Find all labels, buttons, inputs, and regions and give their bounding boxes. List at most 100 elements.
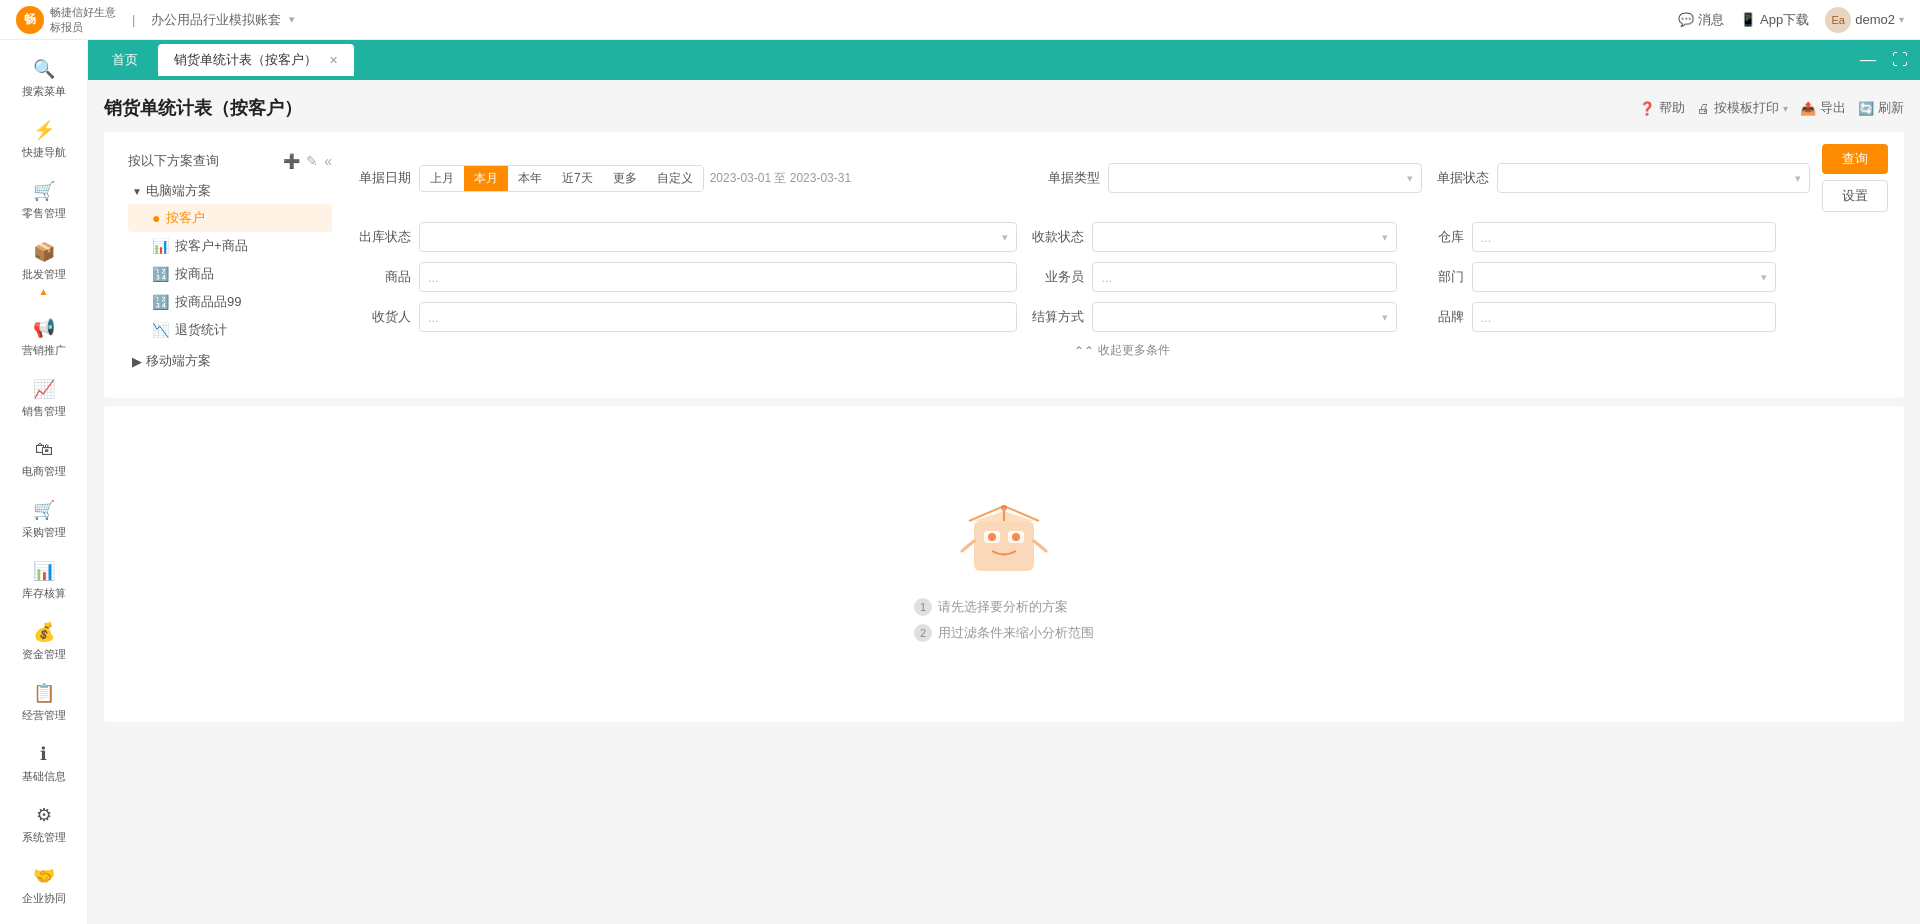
app-download-btn[interactable]: 📱 App下载 — [1740, 11, 1809, 29]
sidebar-item-sales[interactable]: 📈 销售管理 — [0, 368, 87, 429]
sidebar-item-marketing[interactable]: 📢 营销推广 — [0, 307, 87, 368]
scheme-group-mobile-label[interactable]: ▶ 移动端方案 — [128, 348, 332, 374]
scheme-group-pc-label[interactable]: ▼ 电脑端方案 — [128, 178, 332, 204]
message-btn[interactable]: 💬 消息 — [1678, 11, 1724, 29]
export-btn[interactable]: 📤 导出 — [1800, 99, 1846, 117]
tab-home[interactable]: 首页 — [96, 44, 154, 76]
sidebar-item-ecommerce[interactable]: 🛍 电商管理 — [0, 429, 87, 489]
date-tab-thisyear[interactable]: 本年 — [508, 166, 552, 191]
sidebar-item-enterprise[interactable]: 🤝 企业协同 — [0, 855, 87, 916]
out-status-field: 出库状态 ▾ — [356, 222, 1017, 252]
refresh-icon: 🔄 — [1858, 101, 1874, 116]
sidebar-label-enterprise: 企业协同 — [22, 891, 66, 906]
date-tab-custom[interactable]: 自定义 — [647, 166, 703, 191]
pay-status-chevron-icon: ▾ — [1382, 231, 1388, 244]
salesperson-label: 业务员 — [1029, 268, 1084, 286]
consignee-select[interactable]: ... — [419, 302, 1017, 332]
pay-status-select[interactable]: ▾ — [1092, 222, 1396, 252]
refresh-btn[interactable]: 🔄 刷新 — [1858, 99, 1904, 117]
svg-point-4 — [1012, 533, 1020, 541]
scheme-add-btn[interactable]: ➕ — [283, 153, 300, 169]
warehouse-select[interactable]: ... — [1472, 222, 1776, 252]
empty-tip-1: 1 请先选择要分析的方案 — [914, 598, 1094, 616]
settlement-label: 结算方式 — [1029, 308, 1084, 326]
tab-minimize-btn[interactable]: — — [1856, 47, 1880, 73]
settlement-select[interactable]: ▾ — [1092, 302, 1396, 332]
mobile-arrow-icon: ▶ — [132, 354, 142, 369]
filter-row-2: 出库状态 ▾ 收款状态 ▾ — [356, 222, 1888, 252]
sidebar-label-inventory: 库存核算 — [22, 586, 66, 601]
wholesale-expand-icon: ▲ — [39, 286, 49, 297]
user-menu[interactable]: Ea demo2 ▾ — [1825, 7, 1904, 33]
system-icon: ⚙ — [36, 804, 52, 826]
template-print-btn[interactable]: 🖨 按模板打印 ▾ — [1697, 99, 1788, 117]
sidebar-item-inventory[interactable]: 📊 库存核算 — [0, 550, 87, 611]
type-select[interactable]: ▾ — [1108, 163, 1421, 193]
query-btn[interactable]: 查询 — [1822, 144, 1888, 174]
search-icon: 🔍 — [33, 58, 55, 80]
scheme-item-by-product99[interactable]: 🔢 按商品品99 — [128, 288, 332, 316]
topbar: 畅 畅捷信好生意 标报员 | 办公用品行业模拟账套 ▾ 💬 消息 📱 App下载… — [0, 0, 1920, 40]
date-tab-more[interactable]: 更多 — [603, 166, 647, 191]
collapse-row: ⌃⌃ 收起更多条件 — [356, 342, 1888, 359]
sidebar-item-retail[interactable]: 🛒 零售管理 — [0, 170, 87, 231]
product-field: 商品 ... — [356, 262, 1017, 292]
phone-icon: 📱 — [1740, 12, 1756, 27]
scheme-tree: ▼ 电脑端方案 ● 按客户 📊 按客户+商品 — [128, 178, 332, 374]
dropdown-icon[interactable]: ▾ — [289, 13, 295, 26]
tab-close-btn[interactable]: ✕ — [329, 54, 338, 67]
main-layout: 🔍 搜索菜单 ⚡ 快捷导航 🛒 零售管理 📦 批发管理 ▲ 📢 营销推广 📈 销… — [0, 40, 1920, 924]
date-label: 单据日期 — [356, 169, 411, 187]
page-title: 销货单统计表（按客户） — [104, 96, 302, 120]
type-chevron-icon: ▾ — [1407, 172, 1413, 185]
department-select[interactable]: ▾ — [1472, 262, 1776, 292]
wholesale-icon: 📦 — [33, 241, 55, 263]
sidebar-item-business[interactable]: 📋 经营管理 — [0, 672, 87, 733]
status-select[interactable]: ▾ — [1497, 163, 1810, 193]
settings-btn[interactable]: 设置 — [1822, 180, 1888, 212]
scheme-collapse-btn[interactable]: « — [324, 153, 332, 169]
help-btn[interactable]: ❓ 帮助 — [1639, 99, 1685, 117]
scheme-item-refund[interactable]: 📉 退货统计 — [128, 316, 332, 344]
filter-row-3: 商品 ... 业务员 ... 部门 — [356, 262, 1888, 292]
content-area: 首页 销货单统计表（按客户） ✕ — ⛶ 销货单统计表（按客户） ❓ 帮助 — [88, 40, 1920, 924]
logo-icon: 畅 — [16, 6, 44, 34]
out-status-select[interactable]: ▾ — [419, 222, 1017, 252]
sidebar-item-wholesale[interactable]: 📦 批发管理 ▲ — [0, 231, 87, 307]
scheme-item-by-product[interactable]: 🔢 按商品 — [128, 260, 332, 288]
collapse-up-icon: ⌃⌃ — [1074, 344, 1094, 358]
tab-maximize-btn[interactable]: ⛶ — [1888, 47, 1912, 73]
group-arrow-icon: ▼ — [132, 186, 142, 197]
scheme-edit-btn[interactable]: ✎ — [306, 153, 318, 169]
sidebar-item-finance[interactable]: 💰 资金管理 — [0, 611, 87, 672]
scheme-item-by-customer[interactable]: ● 按客户 — [128, 204, 332, 232]
date-tab-7days[interactable]: 近7天 — [552, 166, 603, 191]
topbar-right: 💬 消息 📱 App下载 Ea demo2 ▾ — [1678, 7, 1904, 33]
scheme-item-customer-product[interactable]: 📊 按客户+商品 — [128, 232, 332, 260]
tab-sales-stat[interactable]: 销货单统计表（按客户） ✕ — [158, 44, 354, 76]
brand-dots: ... — [1481, 310, 1492, 325]
salesperson-field: 业务员 ... — [1029, 262, 1396, 292]
product-select[interactable]: ... — [419, 262, 1017, 292]
date-tab-lastmonth[interactable]: 上月 — [420, 166, 464, 191]
page-content: 销货单统计表（按客户） ❓ 帮助 🖨 按模板打印 ▾ 📤 导出 — [88, 80, 1920, 924]
result-area: 1 请先选择要分析的方案 2 用过滤条件来缩小分析范围 — [104, 406, 1904, 722]
filter-panel: 按以下方案查询 ➕ ✎ « ▼ 电脑端方案 — [104, 132, 1904, 398]
collapse-btn[interactable]: ⌃⌃ 收起更多条件 — [1074, 342, 1170, 359]
sidebar-item-purchase[interactable]: 🛒 采购管理 — [0, 489, 87, 550]
print-dropdown-icon: ▾ — [1783, 103, 1788, 114]
salesperson-select[interactable]: ... — [1092, 262, 1396, 292]
sidebar-item-basic[interactable]: ℹ 基础信息 — [0, 733, 87, 794]
sidebar-item-newbie[interactable]: 🎯 新手引导 — [0, 916, 87, 924]
sidebar-label-search: 搜索菜单 — [22, 84, 66, 99]
brand-select[interactable]: ... — [1472, 302, 1776, 332]
date-tab-thismonth[interactable]: 本月 — [464, 166, 508, 191]
sidebar-item-shortcut[interactable]: ⚡ 快捷导航 — [0, 109, 87, 170]
empty-tip-2: 2 用过滤条件来缩小分析范围 — [914, 624, 1094, 642]
sales-icon: 📈 — [33, 378, 55, 400]
sidebar-item-system[interactable]: ⚙ 系统管理 — [0, 794, 87, 855]
sidebar-label-system: 系统管理 — [22, 830, 66, 845]
scheme-panel: 按以下方案查询 ➕ ✎ « ▼ 电脑端方案 — [120, 144, 340, 386]
print-icon: 🖨 — [1697, 101, 1710, 116]
sidebar-item-search[interactable]: 🔍 搜索菜单 — [0, 48, 87, 109]
